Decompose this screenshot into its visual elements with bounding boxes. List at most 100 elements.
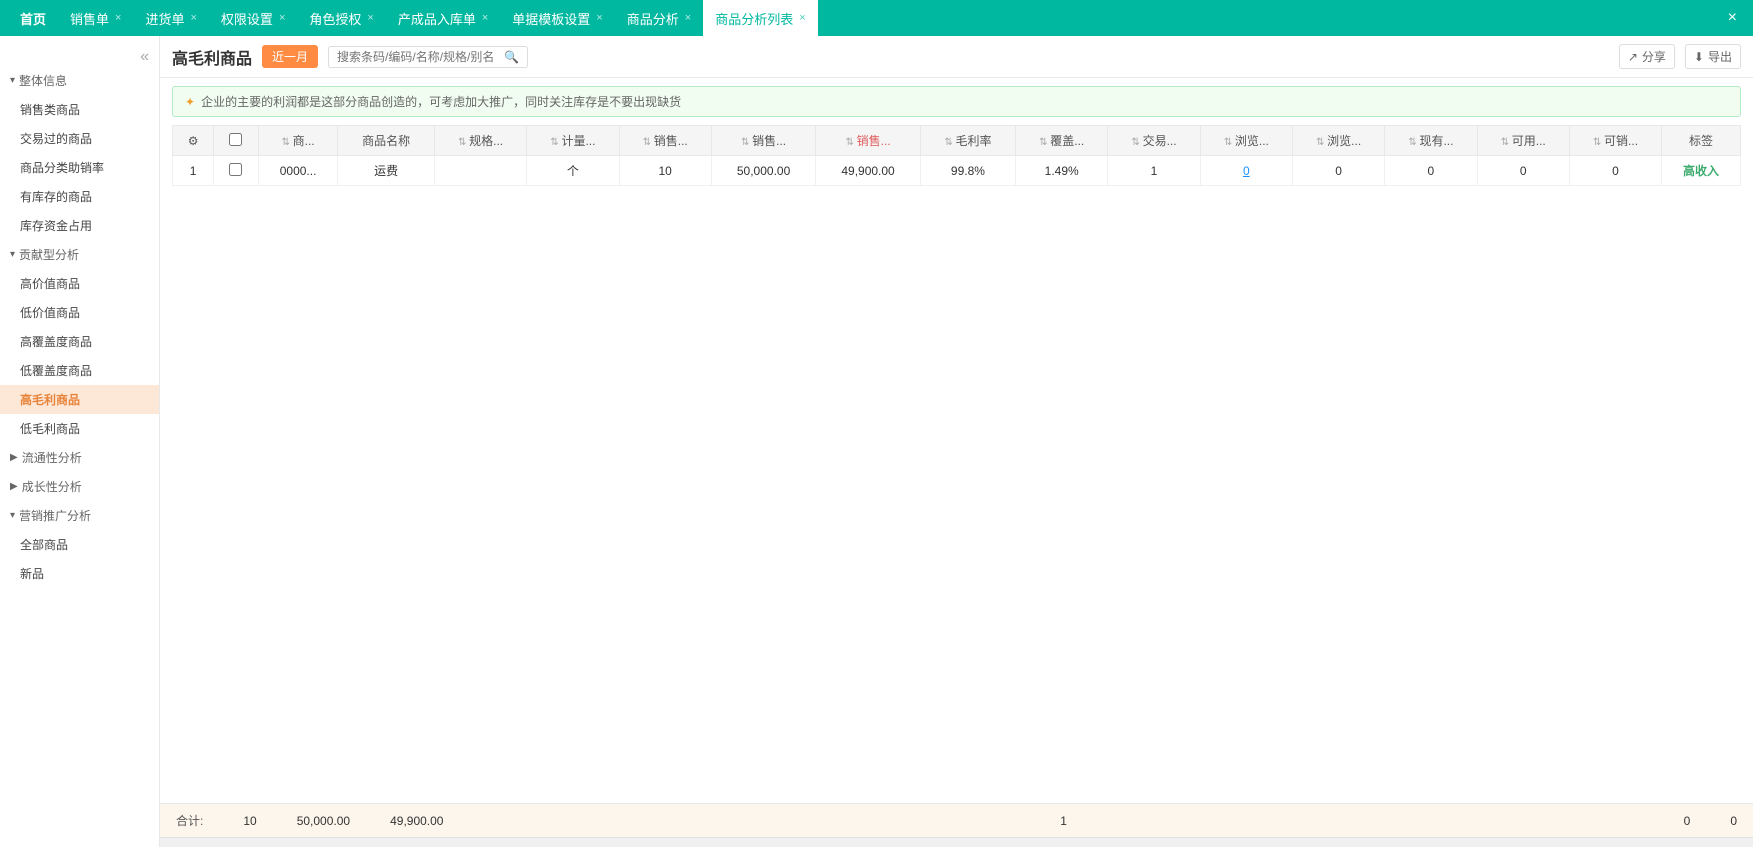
sidebar-item-traded-goods[interactable]: 交易过的商品 [0, 124, 159, 153]
sidebar-item-stock-capital[interactable]: 库存资金占用 [0, 211, 159, 240]
footer-current-stock: 0 [1684, 814, 1691, 828]
sidebar-group-growth-arrow: ▶ [10, 481, 18, 492]
sidebar-group-contribution-arrow: ▾ [10, 249, 15, 260]
content-panel: 高毛利商品 近一月 🔍 ↗ 分享 ⬇ 导出 ✦ 企业的主要的利润都是这部分商品创… [160, 36, 1753, 847]
nav-templates[interactable]: 单据模板设置 × [500, 0, 614, 36]
nav-roles[interactable]: 角色授权 × [297, 0, 385, 36]
sidebar-collapse-button[interactable]: « [136, 48, 153, 66]
col-sales-qty-header[interactable]: 销售... [619, 126, 711, 156]
sidebar-group-growth[interactable]: ▶ 成长性分析 [0, 472, 159, 501]
cell-spec [434, 156, 526, 186]
col-views2-header[interactable]: 浏览... [1292, 126, 1384, 156]
col-sales-amount-header[interactable]: 销售... [711, 126, 815, 156]
nav-inventory[interactable]: 产成品入库单 × [386, 0, 500, 36]
col-views1-header[interactable]: 浏览... [1200, 126, 1292, 156]
sidebar-item-new-goods[interactable]: 新品 [0, 559, 159, 588]
sidebar-group-overall[interactable]: ▾ 整体信息 [0, 66, 159, 95]
export-icon: ⬇ [1694, 50, 1704, 64]
main-area: « ▾ 整体信息 销售类商品 交易过的商品 商品分类助销率 有库存的商品 库存资… [0, 36, 1753, 847]
footer-label: 合计: [176, 812, 203, 829]
col-sellable-header[interactable]: 可销... [1569, 126, 1661, 156]
sidebar-group-marketing[interactable]: ▾ 营销推广分析 [0, 501, 159, 530]
select-all-checkbox[interactable] [229, 133, 242, 146]
nav-analysis-list-close[interactable]: × [799, 12, 805, 24]
sidebar-item-low-coverage[interactable]: 低覆盖度商品 [0, 356, 159, 385]
col-current-stock-header[interactable]: 现有... [1385, 126, 1477, 156]
cell-gross-margin: 99.8% [920, 156, 1015, 186]
cell-views1[interactable]: 0 [1200, 156, 1292, 186]
cell-sales-cost: 49,900.00 [816, 156, 920, 186]
col-name-header[interactable]: 商品名称 [338, 126, 435, 156]
data-table: ⚙ 商... 商品名称 规格... 计量... 销售... 销售... 销售..… [172, 125, 1741, 186]
horizontal-scrollbar[interactable] [160, 837, 1753, 847]
col-check-header[interactable] [214, 126, 259, 156]
footer-sales-cost: 49,900.00 [390, 814, 443, 828]
close-all-button[interactable]: × [1720, 9, 1745, 27]
filter-period-button[interactable]: 近一月 [262, 45, 318, 68]
sidebar-group-liquidity-arrow: ▶ [10, 452, 18, 463]
footer-bar: 合计: 10 50,000.00 49,900.00 1 0 0 [160, 803, 1753, 837]
panel-header: 高毛利商品 近一月 🔍 ↗ 分享 ⬇ 导出 [160, 36, 1753, 78]
sidebar-group-marketing-arrow: ▾ [10, 510, 15, 521]
info-banner: ✦ 企业的主要的利润都是这部分商品创造的，可考虑加大推广，同时关注库存是不要出现… [172, 86, 1741, 117]
search-icon[interactable]: 🔍 [504, 50, 519, 64]
nav-purchase-close[interactable]: × [190, 12, 196, 24]
sidebar-item-low-value[interactable]: 低价值商品 [0, 298, 159, 327]
cell-unit: 个 [527, 156, 619, 186]
sidebar-group-liquidity[interactable]: ▶ 流通性分析 [0, 443, 159, 472]
nav-inventory-close[interactable]: × [482, 12, 488, 24]
nav-home[interactable]: 首页 [8, 0, 58, 36]
sidebar-item-stocked-goods[interactable]: 有库存的商品 [0, 182, 159, 211]
nav-purchase[interactable]: 进货单 × [133, 0, 208, 36]
footer-available: 0 [1730, 814, 1737, 828]
sidebar-group-contribution[interactable]: ▾ 贡献型分析 [0, 240, 159, 269]
col-coverage-header[interactable]: 覆盖... [1016, 126, 1108, 156]
search-input[interactable] [337, 50, 498, 64]
sidebar-item-high-margin[interactable]: 高毛利商品 [0, 385, 159, 414]
sidebar-item-low-margin[interactable]: 低毛利商品 [0, 414, 159, 443]
nav-analysis[interactable]: 商品分析 × [615, 0, 703, 36]
sidebar-group-overall-arrow: ▾ [10, 75, 15, 86]
nav-permissions[interactable]: 权限设置 × [209, 0, 297, 36]
sidebar-item-high-coverage[interactable]: 高覆盖度商品 [0, 327, 159, 356]
cell-num: 1 [173, 156, 214, 186]
cell-available: 0 [1477, 156, 1569, 186]
sidebar-item-all-goods[interactable]: 全部商品 [0, 530, 159, 559]
nav-analysis-close[interactable]: × [685, 12, 691, 24]
sidebar-item-sales-goods[interactable]: 销售类商品 [0, 95, 159, 124]
col-transaction-header[interactable]: 交易... [1108, 126, 1200, 156]
table-area[interactable]: ⚙ 商... 商品名称 规格... 计量... 销售... 销售... 销售..… [160, 125, 1753, 803]
sidebar-item-high-value[interactable]: 高价值商品 [0, 269, 159, 298]
cell-sellable: 0 [1569, 156, 1661, 186]
cell-coverage: 1.49% [1016, 156, 1108, 186]
cell-transaction: 1 [1108, 156, 1200, 186]
col-sales-cost-header[interactable]: 销售... [816, 126, 920, 156]
sidebar-item-category-rate[interactable]: 商品分类助销率 [0, 153, 159, 182]
export-button[interactable]: ⬇ 导出 [1685, 44, 1741, 69]
table-row: 1 0000... 运费 个 10 50,000.00 49,900.00 99… [173, 156, 1741, 186]
cell-current-stock: 0 [1385, 156, 1477, 186]
cell-sales-qty: 10 [619, 156, 711, 186]
nav-sales[interactable]: 销售单 × [58, 0, 133, 36]
col-available-header[interactable]: 可用... [1477, 126, 1569, 156]
top-nav: 首页 销售单 × 进货单 × 权限设置 × 角色授权 × 产成品入库单 × 单据… [0, 0, 1753, 36]
col-code-header[interactable]: 商... [258, 126, 338, 156]
nav-sales-close[interactable]: × [115, 12, 121, 24]
cell-check[interactable] [214, 156, 259, 186]
cell-code: 0000... [258, 156, 338, 186]
nav-analysis-list[interactable]: 商品分析列表 × [703, 0, 817, 36]
col-spec-header[interactable]: 规格... [434, 126, 526, 156]
col-settings[interactable]: ⚙ [173, 126, 214, 156]
search-box[interactable]: 🔍 [328, 46, 528, 68]
row-checkbox[interactable] [229, 163, 242, 176]
col-tag-header[interactable]: 标签 [1662, 126, 1741, 156]
cell-name: 运费 [338, 156, 435, 186]
footer-sales-qty: 10 [243, 814, 256, 828]
share-button[interactable]: ↗ 分享 [1619, 44, 1675, 69]
col-unit-header[interactable]: 计量... [527, 126, 619, 156]
nav-permissions-close[interactable]: × [279, 12, 285, 24]
footer-transaction: 1 [1060, 814, 1067, 828]
nav-templates-close[interactable]: × [596, 12, 602, 24]
col-gross-margin-header[interactable]: 毛利率 [920, 126, 1015, 156]
nav-roles-close[interactable]: × [367, 12, 373, 24]
